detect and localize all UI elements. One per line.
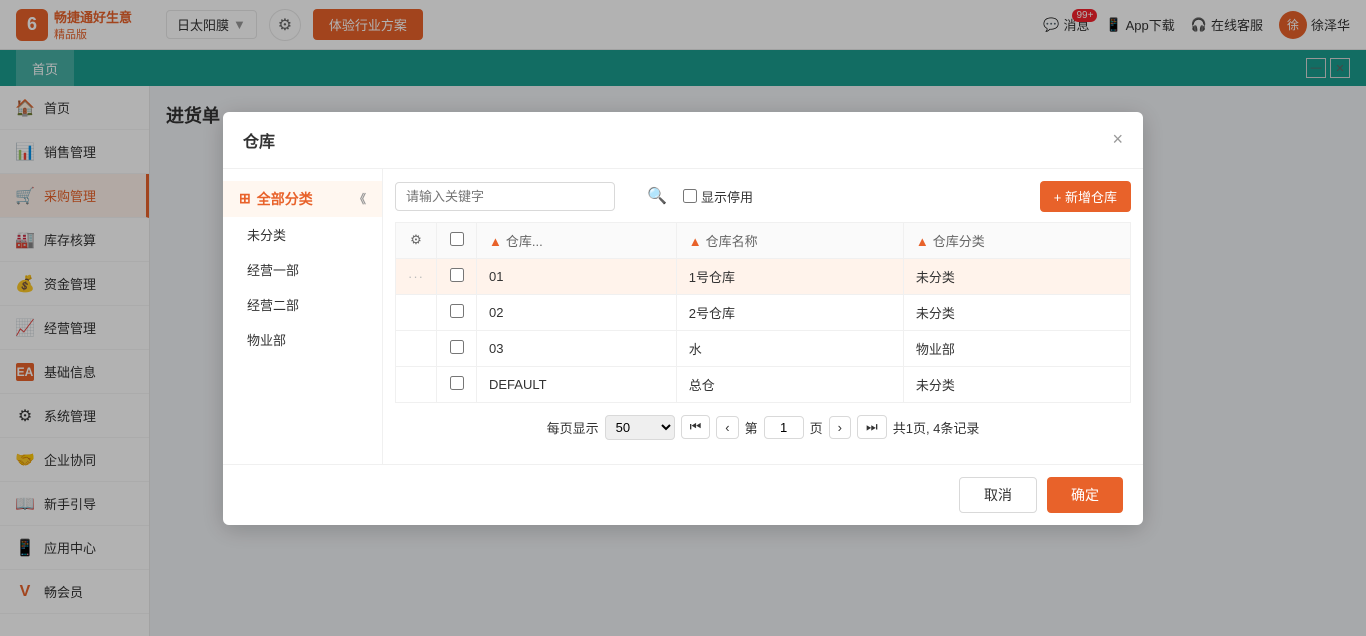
cancel-button[interactable]: 取消: [959, 477, 1037, 513]
table-header: ⚙ ▲仓库... ▲仓库名称 ▲仓库分类: [396, 222, 1131, 258]
row-settings[interactable]: [396, 366, 437, 402]
table-panel: 🔍 显示停用 + 新增仓库 ⚙: [383, 169, 1143, 464]
row-check[interactable]: [437, 294, 477, 330]
page-suffix: 页: [810, 418, 823, 437]
table-row[interactable]: 02 2号仓库 未分类: [396, 294, 1131, 330]
category-all[interactable]: ⊞ 全部分类 《: [223, 181, 382, 217]
row-category: 物业部: [903, 330, 1130, 366]
table-row[interactable]: ··· 01 1号仓库 未分类: [396, 258, 1131, 294]
first-page-btn[interactable]: ⏮: [681, 415, 711, 439]
dialog-close-button[interactable]: ×: [1112, 129, 1123, 150]
category-item-property[interactable]: 物业部: [223, 322, 382, 357]
add-warehouse-button[interactable]: + 新增仓库: [1040, 181, 1131, 212]
modal-overlay: 仓库 × ⊞ 全部分类 《 未分类 经营一部 经营二部 物业部: [0, 0, 1366, 636]
prev-page-btn[interactable]: ‹: [716, 416, 738, 439]
row-category: 未分类: [903, 366, 1130, 402]
dialog-header: 仓库 ×: [223, 112, 1143, 169]
last-page-btn[interactable]: ⏭: [857, 415, 887, 439]
row-check[interactable]: [437, 330, 477, 366]
th-check[interactable]: [437, 222, 477, 258]
th-code: ▲仓库...: [477, 222, 677, 258]
dialog-title: 仓库: [243, 128, 275, 152]
search-wrap: 🔍: [395, 182, 675, 211]
table-scroll: ⚙ ▲仓库... ▲仓库名称 ▲仓库分类 ··· 01: [395, 222, 1131, 403]
row-name: 水: [676, 330, 903, 366]
row-settings[interactable]: ···: [396, 258, 437, 294]
grid-icon: ⊞: [239, 190, 251, 207]
row-settings[interactable]: [396, 294, 437, 330]
per-page-label: 每页显示: [547, 418, 599, 437]
show-disabled-label[interactable]: 显示停用: [683, 187, 753, 206]
th-name: ▲仓库名称: [676, 222, 903, 258]
row-code: 02: [477, 294, 677, 330]
row-check[interactable]: [437, 366, 477, 402]
table-row[interactable]: 03 水 物业部: [396, 330, 1131, 366]
row-code: 01: [477, 258, 677, 294]
th-category: ▲仓库分类: [903, 222, 1130, 258]
row-check[interactable]: [437, 258, 477, 294]
row-name: 1号仓库: [676, 258, 903, 294]
category-item-unclassified[interactable]: 未分类: [223, 217, 382, 252]
table-row[interactable]: DEFAULT 总仓 未分类: [396, 366, 1131, 402]
page-label: 第: [745, 418, 758, 437]
per-page-select[interactable]: 50 10 20 100: [605, 415, 675, 440]
th-settings[interactable]: ⚙: [396, 222, 437, 258]
warehouse-table: ⚙ ▲仓库... ▲仓库名称 ▲仓库分类 ··· 01: [395, 222, 1131, 403]
row-code: 03: [477, 330, 677, 366]
row-name: 总仓: [676, 366, 903, 402]
row-category: 未分类: [903, 294, 1130, 330]
row-settings[interactable]: [396, 330, 437, 366]
row-code: DEFAULT: [477, 366, 677, 402]
category-item-operations2[interactable]: 经营二部: [223, 287, 382, 322]
confirm-button[interactable]: 确定: [1047, 477, 1123, 513]
table-body: ··· 01 1号仓库 未分类 02 2号仓库: [396, 258, 1131, 402]
dialog-footer: 取消 确定: [223, 464, 1143, 525]
pagination: 每页显示 50 10 20 100 ⏮ ‹ 第 页 › ⏭ 共1页, 4条记录: [395, 403, 1131, 452]
show-disabled-checkbox[interactable]: [683, 189, 697, 203]
search-icon[interactable]: 🔍: [647, 186, 667, 206]
row-category: 未分类: [903, 258, 1130, 294]
warehouse-dialog: 仓库 × ⊞ 全部分类 《 未分类 经营一部 经营二部 物业部: [223, 112, 1143, 525]
table-toolbar: 🔍 显示停用 + 新增仓库: [395, 181, 1131, 212]
total-info: 共1页, 4条记录: [893, 418, 980, 437]
next-page-btn[interactable]: ›: [829, 416, 851, 439]
search-input[interactable]: [395, 182, 615, 211]
row-name: 2号仓库: [676, 294, 903, 330]
category-panel: ⊞ 全部分类 《 未分类 经营一部 经营二部 物业部: [223, 169, 383, 464]
dialog-body: ⊞ 全部分类 《 未分类 经营一部 经营二部 物业部 🔍: [223, 169, 1143, 464]
collapse-icon[interactable]: 《: [354, 190, 366, 207]
category-item-operations1[interactable]: 经营一部: [223, 252, 382, 287]
page-input[interactable]: [764, 416, 804, 439]
select-all-checkbox[interactable]: [450, 232, 464, 246]
